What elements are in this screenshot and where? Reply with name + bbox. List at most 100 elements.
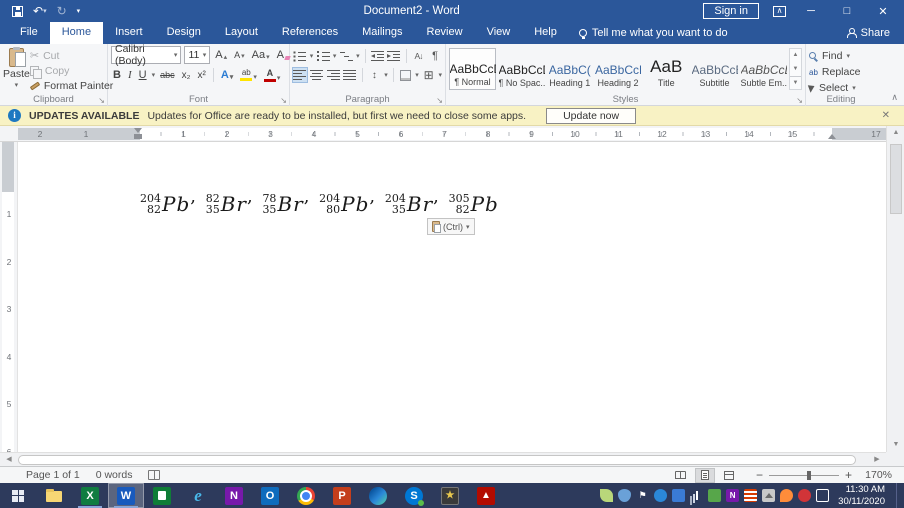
font-size-combo[interactable]: 11 ▾ (184, 46, 211, 64)
zoom-slider-thumb[interactable] (806, 470, 811, 480)
taskbar-button-start[interactable] (0, 483, 36, 508)
proofing-icon[interactable] (148, 470, 161, 480)
text-effects-button[interactable]: A ▾ (219, 69, 235, 81)
tab-file[interactable]: File (8, 22, 50, 44)
tray-app-icon[interactable] (672, 489, 686, 502)
superscript-button[interactable]: x² (196, 70, 208, 81)
find-button[interactable]: Find ▾ (809, 50, 873, 62)
paste-button[interactable]: Paste ▾ (3, 46, 30, 92)
tray-flag-icon[interactable]: ⚑ (636, 489, 649, 502)
zoom-percentage[interactable]: 170% (862, 469, 892, 481)
save-icon[interactable] (12, 5, 23, 17)
style-subtle-em[interactable]: AaBbCcDiSubtle Em... (740, 48, 787, 90)
tray-leaf-icon[interactable] (600, 489, 614, 502)
format-painter-button[interactable]: Format Painter (29, 80, 113, 92)
taskbar-button-chrome[interactable] (288, 483, 324, 508)
horizontal-ruler[interactable]: 2 1 1 2 3 4 5 6 7 8 9 10 11 12 13 14 15 17 (0, 126, 886, 142)
bullets-button[interactable] (293, 49, 307, 63)
subscript-button[interactable]: x₂ (180, 70, 193, 81)
styles-more-icon[interactable]: ▼ (790, 76, 801, 89)
style-normal[interactable]: AaBbCcDc¶ Normal (449, 48, 496, 90)
scroll-right-icon[interactable]: ▶ (870, 453, 884, 467)
page-indicator[interactable]: Page 1 of 1 (26, 469, 80, 481)
tray-signal-icon[interactable] (690, 489, 703, 502)
tab-view[interactable]: View (475, 22, 523, 44)
minimize-button[interactable]: ─ (800, 5, 822, 17)
tab-mailings[interactable]: Mailings (350, 22, 414, 44)
zoom-slider[interactable] (768, 470, 839, 480)
replace-button[interactable]: ab Replace (809, 66, 873, 78)
taskbar-button-onenote[interactable]: N (216, 483, 252, 508)
taskbar-button-excel[interactable]: X (72, 483, 108, 508)
undo-icon[interactable]: ↶ ▾ (33, 4, 47, 18)
tray-chat-icon[interactable] (708, 489, 722, 502)
taskbar-button-word[interactable]: W (108, 483, 144, 508)
read-mode-button[interactable] (672, 469, 690, 482)
left-indent-marker[interactable] (134, 134, 142, 139)
update-now-button[interactable]: Update now (546, 107, 637, 124)
font-dialog-launcher[interactable]: ↘ (280, 96, 287, 105)
paste-dropdown-caret[interactable]: ▾ (15, 81, 19, 89)
styles-scroll-up-icon[interactable]: ▲ (790, 49, 801, 61)
align-right-button[interactable] (326, 68, 340, 82)
tab-home[interactable]: Home (49, 22, 104, 44)
vertical-scrollbar[interactable]: ▲ ▼ (886, 126, 904, 452)
tab-layout[interactable]: Layout (213, 22, 270, 44)
word-count[interactable]: 0 words (96, 469, 133, 481)
customize-quick-access-icon[interactable]: ▾ (77, 7, 81, 15)
numbering-button[interactable] (316, 49, 330, 63)
style-heading-2[interactable]: AaBbCcEHeading 2 (595, 48, 642, 90)
tell-me-box[interactable]: Tell me what you want to do (569, 22, 738, 44)
tray-stripes-icon[interactable] (744, 489, 758, 502)
sign-in-button[interactable]: Sign in (703, 3, 759, 19)
taskbar-button-acrobat[interactable]: ▲ (468, 483, 504, 508)
taskbar-button-file-explorer[interactable] (36, 483, 72, 508)
align-center-button[interactable] (310, 68, 324, 82)
redo-icon[interactable]: ↻ (57, 4, 67, 18)
maximize-button[interactable]: □ (836, 5, 858, 17)
scroll-down-icon[interactable]: ▼ (887, 438, 904, 452)
print-layout-button[interactable] (694, 467, 715, 483)
taskbar-button-star-app[interactable]: ★ (432, 483, 468, 508)
tray-shield-icon[interactable] (618, 489, 632, 502)
justify-button[interactable] (343, 68, 357, 82)
grow-font-button[interactable]: A ▴ (213, 49, 229, 61)
style-no-spac[interactable]: AaBbCcDc¶ No Spac... (498, 48, 545, 90)
shrink-font-button[interactable]: A ▾ (232, 50, 247, 60)
taskbar-button-skype[interactable]: S (396, 483, 432, 508)
scroll-up-icon[interactable]: ▲ (887, 126, 904, 140)
tray-onenote-icon[interactable]: N (726, 489, 740, 502)
tray-search-icon[interactable] (654, 489, 668, 502)
sort-button[interactable]: A↓ (412, 49, 426, 63)
select-button[interactable]: Select ▾ (807, 82, 873, 94)
vertical-ruler[interactable]: 123456 (0, 142, 18, 457)
web-layout-button[interactable] (720, 469, 738, 482)
close-button[interactable]: ✕ (872, 5, 894, 18)
decrease-indent-button[interactable] (370, 49, 384, 63)
line-spacing-button[interactable]: ↕ (368, 68, 382, 82)
tab-design[interactable]: Design (155, 22, 213, 44)
bold-button[interactable]: B (111, 69, 123, 81)
taskbar-button-outlook[interactable]: O (252, 483, 288, 508)
horizontal-scrollbar[interactable]: ◀ ▶ (0, 452, 886, 466)
collapse-ribbon-icon[interactable]: ∧ (891, 92, 898, 103)
strikethrough-button[interactable]: abc (158, 70, 177, 80)
increase-indent-button[interactable] (387, 49, 401, 63)
change-case-button[interactable]: Aa ▾ (250, 49, 272, 61)
paste-options-button[interactable]: (Ctrl) ▾ (427, 218, 475, 235)
scroll-left-icon[interactable]: ◀ (2, 453, 16, 467)
borders-button[interactable]: ⊞ (422, 68, 436, 82)
font-name-combo[interactable]: Calibri (Body) ▾ (111, 43, 182, 67)
zoom-out-button[interactable]: − (756, 468, 763, 482)
styles-scroll-down-icon[interactable]: ▼ (790, 63, 801, 75)
taskbar-clock[interactable]: 11:30 AM 30/11/2020 (834, 484, 891, 508)
right-indent-marker[interactable] (828, 134, 836, 139)
first-line-indent-marker[interactable] (134, 128, 142, 133)
document-page[interactable]: 204 82 Pb, 82 35 Br, 78 35 Br, 204 80 Pb, 204 35 B… (18, 142, 886, 452)
tray-people-icon[interactable] (816, 489, 830, 502)
show-hide-marks-button[interactable]: ¶ (428, 49, 442, 63)
style-title[interactable]: AaB Title (644, 48, 690, 90)
document-text-line[interactable]: 204 82 Pb, 82 35 Br, 78 35 Br, 204 80 Pb, 204 35 B… (140, 186, 499, 216)
vertical-scroll-thumb[interactable] (890, 144, 902, 214)
clear-formatting-button[interactable]: A (275, 49, 286, 61)
